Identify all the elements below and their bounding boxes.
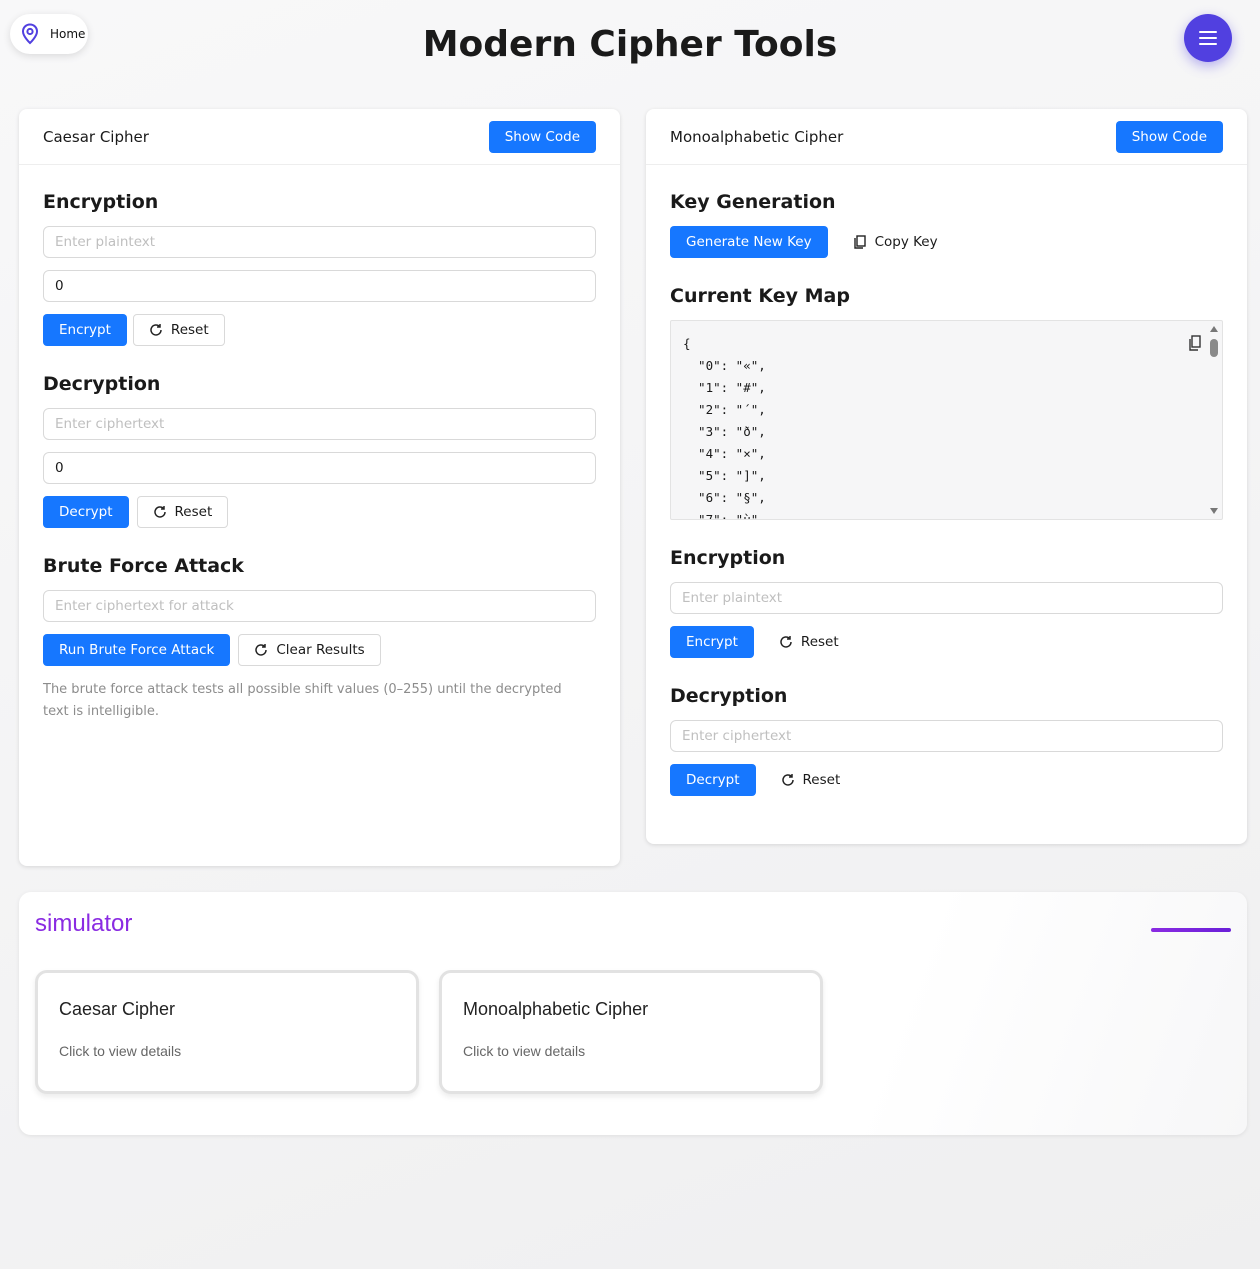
mono-decrypt-reset-button[interactable]: Reset (766, 764, 856, 796)
simulator-card-subtitle: Click to view details (59, 1043, 182, 1059)
caesar-decrypt-reset-button[interactable]: Reset (136, 496, 229, 528)
mono-card: Monoalphabetic Cipher Show Code Key Gene… (646, 109, 1247, 844)
mono-decrypt-button[interactable]: Decrypt (670, 764, 756, 796)
caesar-encrypt-reset-button[interactable]: Reset (132, 314, 225, 346)
caesar-card: Caesar Cipher Show Code Encryption Encry… (19, 109, 620, 866)
copy-icon (853, 235, 866, 249)
caesar-plaintext-input[interactable] (43, 226, 596, 258)
reset-label: Reset (802, 772, 841, 788)
simulator-card-title: Caesar Cipher (59, 999, 176, 1019)
simulator-card-subtitle: Click to view details (463, 1043, 586, 1059)
simulator-panel: simulator Caesar Cipher Click to view de… (19, 892, 1247, 1135)
current-key-map-heading: Current Key Map (670, 285, 850, 307)
brute-force-heading: Brute Force Attack (43, 555, 244, 577)
mono-ciphertext-input[interactable] (670, 720, 1223, 752)
simulator-card-caesar[interactable]: Caesar Cipher Click to view details (35, 970, 419, 1094)
mono-encrypt-button[interactable]: Encrypt (670, 626, 754, 658)
caesar-show-code-button[interactable]: Show Code (488, 120, 596, 153)
run-brute-force-button[interactable]: Run Brute Force Attack (43, 634, 231, 666)
caesar-encrypt-button[interactable]: Encrypt (43, 314, 127, 346)
mono-encryption-heading: Encryption (670, 547, 786, 569)
scrollbar-thumb[interactable] (1210, 339, 1218, 357)
caesar-decryption-heading: Decryption (43, 373, 161, 395)
hamburger-icon-line (1199, 43, 1217, 45)
mono-encrypt-reset-button[interactable]: Reset (764, 626, 854, 658)
clear-results-button[interactable]: Clear Results (238, 634, 381, 666)
scroll-up-arrow-icon[interactable] (1210, 326, 1218, 332)
key-map-content: { "0": "«", "1": "#", "2": "´", "3": "ð"… (683, 336, 766, 520)
caesar-ciphertext-input[interactable] (43, 408, 596, 440)
mono-card-title: Monoalphabetic Cipher (670, 127, 844, 146)
caesar-card-header: Caesar Cipher Show Code (19, 109, 620, 165)
key-map-viewer[interactable]: { "0": "«", "1": "#", "2": "´", "3": "ð"… (670, 320, 1223, 520)
clear-results-label: Clear Results (276, 642, 365, 658)
brute-force-hint: The brute force attack tests all possibl… (43, 682, 562, 719)
reload-icon (781, 774, 794, 786)
menu-button[interactable] (1184, 14, 1232, 62)
reset-label: Reset (174, 504, 213, 520)
copy-icon[interactable] (1188, 335, 1202, 351)
hamburger-icon-line (1199, 37, 1217, 39)
reload-icon (255, 644, 268, 656)
caesar-encryption-heading: Encryption (43, 191, 159, 213)
mono-card-header: Monoalphabetic Cipher Show Code (646, 109, 1247, 165)
reload-icon (780, 636, 792, 648)
simulator-accent-line (1151, 928, 1231, 932)
scroll-down-arrow-icon[interactable] (1210, 508, 1218, 514)
copy-key-label: Copy Key (874, 234, 938, 250)
simulator-card-mono[interactable]: Monoalphabetic Cipher Click to view deta… (439, 970, 823, 1094)
reload-icon (150, 324, 162, 336)
caesar-decrypt-button[interactable]: Decrypt (43, 496, 129, 528)
simulator-card-title: Monoalphabetic Cipher (463, 999, 649, 1019)
copy-key-button[interactable]: Copy Key (838, 226, 953, 258)
key-generation-heading: Key Generation (670, 191, 836, 213)
reset-label: Reset (170, 322, 209, 338)
brute-force-input[interactable] (43, 590, 596, 622)
reset-label: Reset (800, 634, 839, 650)
reload-icon (153, 506, 166, 518)
mono-decryption-heading: Decryption (670, 685, 788, 707)
caesar-decrypt-shift-input[interactable] (43, 452, 596, 484)
hamburger-icon (1199, 31, 1217, 33)
caesar-card-title: Caesar Cipher (43, 127, 149, 146)
mono-plaintext-input[interactable] (670, 582, 1223, 614)
page-title: Modern Cipher Tools (422, 24, 838, 65)
simulator-title: simulator (35, 910, 133, 937)
caesar-encrypt-shift-input[interactable] (43, 270, 596, 302)
mono-show-code-button[interactable]: Show Code (1115, 120, 1223, 153)
generate-key-button[interactable]: Generate New Key (670, 226, 828, 258)
